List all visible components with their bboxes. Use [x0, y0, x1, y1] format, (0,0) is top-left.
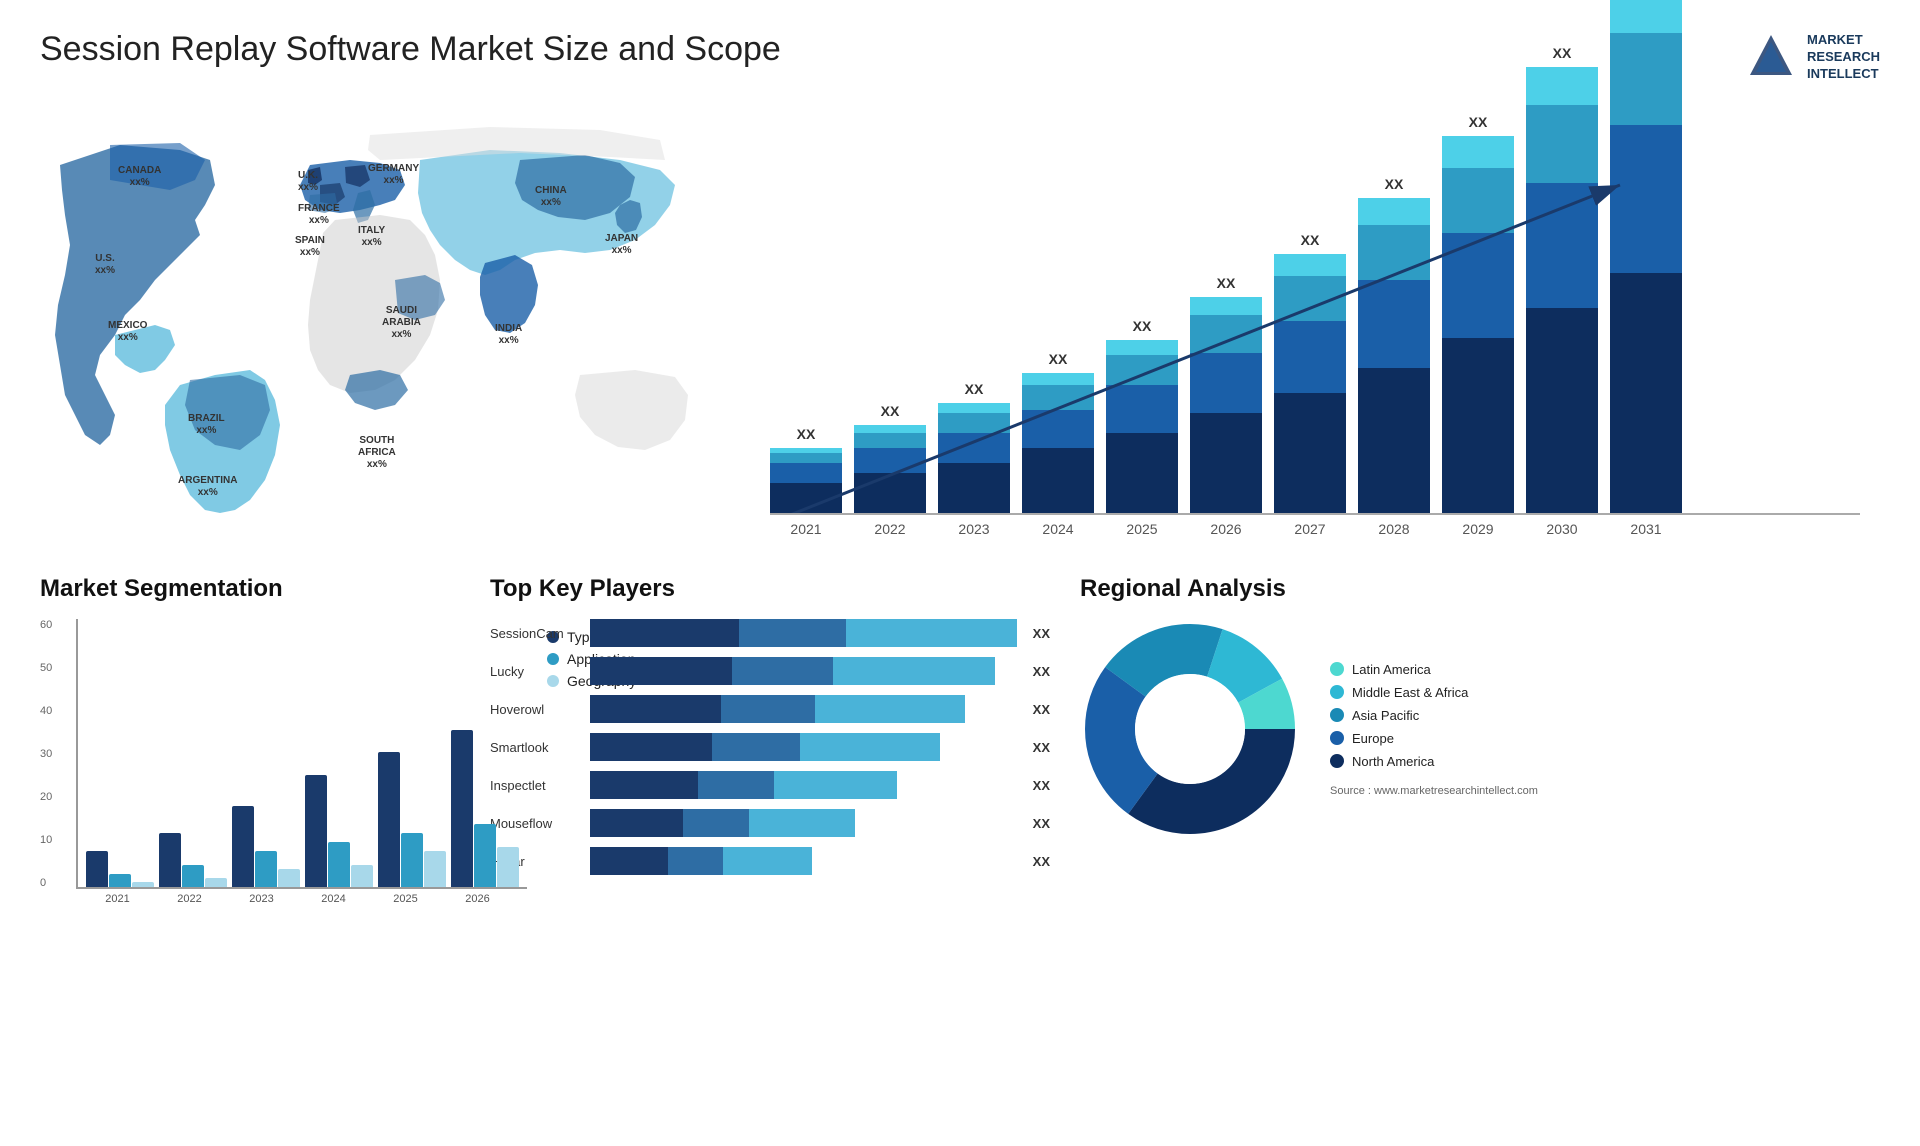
dot-middle-east: [1330, 685, 1344, 699]
seg-bars-container: [76, 619, 527, 889]
growth-x-labels: 2021 2022 2023 2024 2025 2026 2027 2028 …: [770, 521, 1860, 537]
label-asia-pacific: Asia Pacific: [1352, 708, 1419, 723]
map-label-argentina: ARGENTINAxx%: [178, 475, 237, 499]
map-label-france: FRANCExx%: [298, 203, 340, 227]
bar-2023: XX: [938, 403, 1010, 513]
bar-2028: XX: [1358, 198, 1430, 513]
legend-europe: Europe: [1330, 731, 1538, 746]
player-smartlook: Smartlook XX: [490, 733, 1050, 761]
growth-chart: XX XX: [770, 115, 1860, 535]
map-label-china: CHINAxx%: [535, 185, 567, 209]
bar-2026: XX: [1190, 297, 1262, 513]
regional-legend: Latin America Middle East & Africa Asia …: [1330, 662, 1538, 797]
bar-2022: XX: [854, 425, 926, 513]
players-section: Top Key Players SessionCam XX Lucky: [490, 575, 1050, 905]
map-label-japan: JAPANxx%: [605, 233, 638, 257]
bar-2025: XX: [1106, 340, 1178, 513]
seg-bar-2026: [451, 730, 519, 887]
map-label-india: INDIAxx%: [495, 323, 522, 347]
player-lucky: Lucky XX: [490, 657, 1050, 685]
world-map: CANADAxx% U.S.xx% MEXICOxx% BRAZILxx% AR…: [40, 105, 720, 525]
map-section: CANADAxx% U.S.xx% MEXICOxx% BRAZILxx% AR…: [40, 105, 720, 545]
player-mouseflow: Mouseflow XX: [490, 809, 1050, 837]
players-list: SessionCam XX Lucky: [490, 619, 1050, 875]
map-label-us: U.S.xx%: [95, 253, 115, 277]
map-label-spain: SPAINxx%: [295, 235, 325, 259]
segmentation-section: Market Segmentation 60 50 40 30 20 10 0: [40, 575, 460, 905]
bar-2030: XX: [1526, 67, 1598, 513]
bottom-grid: Market Segmentation 60 50 40 30 20 10 0: [40, 575, 1880, 905]
bar-2029: XX: [1442, 136, 1514, 513]
player-inspectlet: Inspectlet XX: [490, 771, 1050, 799]
logo-icon: [1744, 30, 1799, 85]
map-label-mexico: MEXICOxx%: [108, 320, 147, 344]
seg-bar-2025: [378, 752, 446, 887]
page-title: Session Replay Software Market Size and …: [40, 30, 781, 69]
dot-europe: [1330, 731, 1344, 745]
player-hoverowl: Hoverowl XX: [490, 695, 1050, 723]
legend-middle-east: Middle East & Africa: [1330, 685, 1538, 700]
map-label-italy: ITALYxx%: [358, 225, 385, 249]
label-north-america: North America: [1352, 754, 1434, 769]
seg-bar-2024: [305, 775, 373, 887]
bar-2024: XX: [1022, 373, 1094, 513]
legend-asia-pacific: Asia Pacific: [1330, 708, 1538, 723]
map-label-germany: GERMANYxx%: [368, 163, 419, 187]
regional-title: Regional Analysis: [1080, 575, 1880, 603]
dot-asia-pacific: [1330, 708, 1344, 722]
seg-bar-2022: [159, 833, 227, 887]
players-title: Top Key Players: [490, 575, 1050, 603]
map-label-uk: U.K.xx%: [298, 170, 318, 194]
player-sessioncam: SessionCam XX: [490, 619, 1050, 647]
growth-bars: XX XX: [770, 175, 1860, 515]
legend-north-america: North America: [1330, 754, 1538, 769]
map-label-south-africa: SOUTHAFRICAxx%: [358, 435, 396, 471]
bar-2027: XX: [1274, 254, 1346, 513]
logo-text: MARKETRESEARCHINTELLECT: [1807, 32, 1880, 83]
growth-chart-section: XX XX: [760, 105, 1880, 545]
map-label-canada: CANADAxx%: [118, 165, 161, 189]
player-hotjar: Hotjar XX: [490, 847, 1050, 875]
legend-latin-america: Latin America: [1330, 662, 1538, 677]
donut-container: Latin America Middle East & Africa Asia …: [1080, 619, 1880, 839]
label-europe: Europe: [1352, 731, 1394, 746]
bar-2021: XX: [770, 448, 842, 513]
logo: MARKETRESEARCHINTELLECT: [1744, 30, 1880, 85]
dot-latin-america: [1330, 662, 1344, 676]
regional-section: Regional Analysis: [1080, 575, 1880, 905]
donut-chart: [1080, 619, 1300, 839]
bar-2031: XX: [1610, 0, 1682, 513]
dot-north-america: [1330, 754, 1344, 768]
label-middle-east: Middle East & Africa: [1352, 685, 1468, 700]
map-label-brazil: BRAZILxx%: [188, 413, 225, 437]
main-content: CANADAxx% U.S.xx% MEXICOxx% BRAZILxx% AR…: [40, 105, 1880, 905]
segmentation-title: Market Segmentation: [40, 575, 460, 603]
label-latin-america: Latin America: [1352, 662, 1431, 677]
source-text: Source : www.marketresearchintellect.com: [1330, 785, 1538, 797]
map-label-saudi: SAUDIARABIAxx%: [382, 305, 421, 341]
page-header: Session Replay Software Market Size and …: [40, 30, 1880, 85]
seg-x-labels: 2021 2022 2023 2024 2025 2026: [76, 893, 527, 905]
seg-bar-2021: [86, 851, 154, 887]
seg-bar-2023: [232, 806, 300, 887]
